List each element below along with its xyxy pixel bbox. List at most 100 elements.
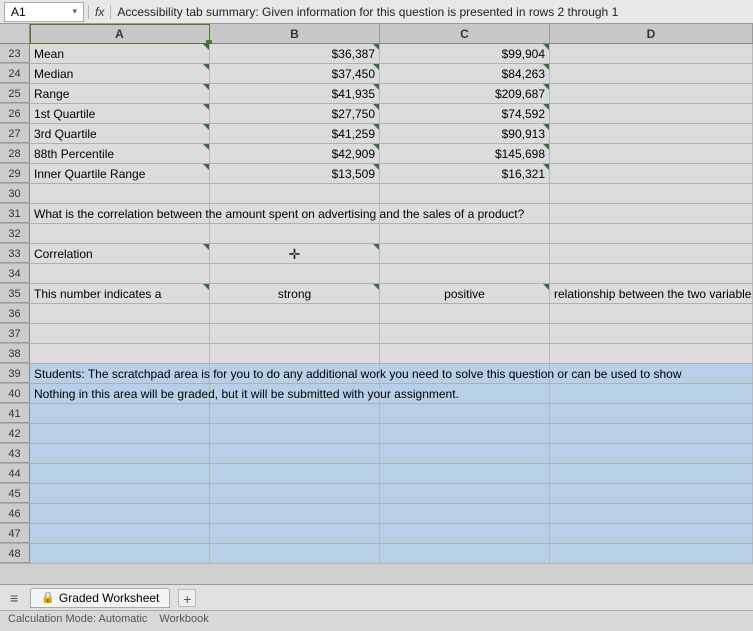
- cell-D35[interactable]: relationship between the two variables: [550, 284, 753, 303]
- cell-D30[interactable]: [550, 184, 753, 203]
- cell-D45[interactable]: [550, 484, 753, 503]
- cell-D25[interactable]: [550, 84, 753, 103]
- cell-D43[interactable]: [550, 444, 753, 463]
- row-header[interactable]: 23: [0, 44, 30, 63]
- cell-C35[interactable]: positive: [380, 284, 550, 303]
- cell-D36[interactable]: [550, 304, 753, 323]
- cell-A43[interactable]: [30, 444, 210, 463]
- row-header[interactable]: 32: [0, 224, 30, 243]
- cell-A30[interactable]: [30, 184, 210, 203]
- cell-A42[interactable]: [30, 424, 210, 443]
- cell-B34[interactable]: [210, 264, 380, 283]
- row-header[interactable]: 24: [0, 64, 30, 83]
- row-header[interactable]: 31: [0, 204, 30, 223]
- cell-D27[interactable]: [550, 124, 753, 143]
- cell-D48[interactable]: [550, 544, 753, 563]
- cell-C32[interactable]: [380, 224, 550, 243]
- row-header[interactable]: 37: [0, 324, 30, 343]
- cell-B38[interactable]: [210, 344, 380, 363]
- cell-A24[interactable]: Median: [30, 64, 210, 83]
- row-header[interactable]: 48: [0, 544, 30, 563]
- row-header[interactable]: 27: [0, 124, 30, 143]
- col-header-D[interactable]: D: [550, 24, 753, 43]
- cell-C37[interactable]: [380, 324, 550, 343]
- cell-C45[interactable]: [380, 484, 550, 503]
- row-header[interactable]: 29: [0, 164, 30, 183]
- cell-C42[interactable]: [380, 424, 550, 443]
- cell-A32[interactable]: [30, 224, 210, 243]
- cell-D44[interactable]: [550, 464, 753, 483]
- sheet-tab-graded[interactable]: 🔒 Graded Worksheet: [30, 588, 170, 608]
- row-header[interactable]: 30: [0, 184, 30, 203]
- cell-D33[interactable]: [550, 244, 753, 263]
- cell-C36[interactable]: [380, 304, 550, 323]
- cell-D47[interactable]: [550, 524, 753, 543]
- cell-B28[interactable]: $42,909: [210, 144, 380, 163]
- row-header[interactable]: 44: [0, 464, 30, 483]
- cell-D42[interactable]: [550, 424, 753, 443]
- cell-C28[interactable]: $145,698: [380, 144, 550, 163]
- cell-A35[interactable]: This number indicates a: [30, 284, 210, 303]
- row-header[interactable]: 35: [0, 284, 30, 303]
- cell-B32[interactable]: [210, 224, 380, 243]
- cell-D23[interactable]: [550, 44, 753, 63]
- cell-B33[interactable]: ✛: [210, 244, 380, 263]
- row-header[interactable]: 39: [0, 364, 30, 383]
- cell-C46[interactable]: [380, 504, 550, 523]
- cell-B43[interactable]: [210, 444, 380, 463]
- cell-A48[interactable]: [30, 544, 210, 563]
- cell-C30[interactable]: [380, 184, 550, 203]
- select-all-corner[interactable]: [0, 24, 30, 43]
- hamburger-icon[interactable]: ≡: [6, 590, 22, 606]
- cell-A29[interactable]: Inner Quartile Range: [30, 164, 210, 183]
- cell-A45[interactable]: [30, 484, 210, 503]
- cell-B29[interactable]: $13,509: [210, 164, 380, 183]
- cell-A38[interactable]: [30, 344, 210, 363]
- cell-D29[interactable]: [550, 164, 753, 183]
- row-header[interactable]: 45: [0, 484, 30, 503]
- cell-C43[interactable]: [380, 444, 550, 463]
- cell-B36[interactable]: [210, 304, 380, 323]
- cell-C48[interactable]: [380, 544, 550, 563]
- col-header-A[interactable]: A: [30, 24, 210, 43]
- cell-C44[interactable]: [380, 464, 550, 483]
- cell-A31[interactable]: What is the correlation between the amou…: [30, 204, 210, 223]
- cell-B30[interactable]: [210, 184, 380, 203]
- row-header[interactable]: 33: [0, 244, 30, 263]
- cell-A27[interactable]: 3rd Quartile: [30, 124, 210, 143]
- cell-B37[interactable]: [210, 324, 380, 343]
- cell-A39[interactable]: Students: The scratchpad area is for you…: [30, 364, 210, 383]
- cell-D32[interactable]: [550, 224, 753, 243]
- cell-D40[interactable]: [550, 384, 753, 403]
- cell-D46[interactable]: [550, 504, 753, 523]
- row-header[interactable]: 40: [0, 384, 30, 403]
- cell-B42[interactable]: [210, 424, 380, 443]
- col-header-B[interactable]: B: [210, 24, 380, 43]
- cell-A46[interactable]: [30, 504, 210, 523]
- fx-icon[interactable]: fx: [88, 5, 111, 19]
- cell-C38[interactable]: [380, 344, 550, 363]
- cell-C26[interactable]: $74,592: [380, 104, 550, 123]
- cell-B47[interactable]: [210, 524, 380, 543]
- cell-A44[interactable]: [30, 464, 210, 483]
- cell-A28[interactable]: 88th Percentile: [30, 144, 210, 163]
- cell-D38[interactable]: [550, 344, 753, 363]
- cell-D41[interactable]: [550, 404, 753, 423]
- cell-D34[interactable]: [550, 264, 753, 283]
- row-header[interactable]: 42: [0, 424, 30, 443]
- cell-D26[interactable]: [550, 104, 753, 123]
- cell-B46[interactable]: [210, 504, 380, 523]
- spreadsheet-grid[interactable]: A B C D 23Mean$36,387$99,90424Median$37,…: [0, 24, 753, 584]
- cell-B48[interactable]: [210, 544, 380, 563]
- cell-A40[interactable]: Nothing in this area will be graded, but…: [30, 384, 210, 403]
- row-header[interactable]: 47: [0, 524, 30, 543]
- row-header[interactable]: 34: [0, 264, 30, 283]
- cell-B26[interactable]: $27,750: [210, 104, 380, 123]
- cell-D28[interactable]: [550, 144, 753, 163]
- row-header[interactable]: 38: [0, 344, 30, 363]
- cell-A37[interactable]: [30, 324, 210, 343]
- cell-A26[interactable]: 1st Quartile: [30, 104, 210, 123]
- cell-B44[interactable]: [210, 464, 380, 483]
- row-header[interactable]: 25: [0, 84, 30, 103]
- cell-B25[interactable]: $41,935: [210, 84, 380, 103]
